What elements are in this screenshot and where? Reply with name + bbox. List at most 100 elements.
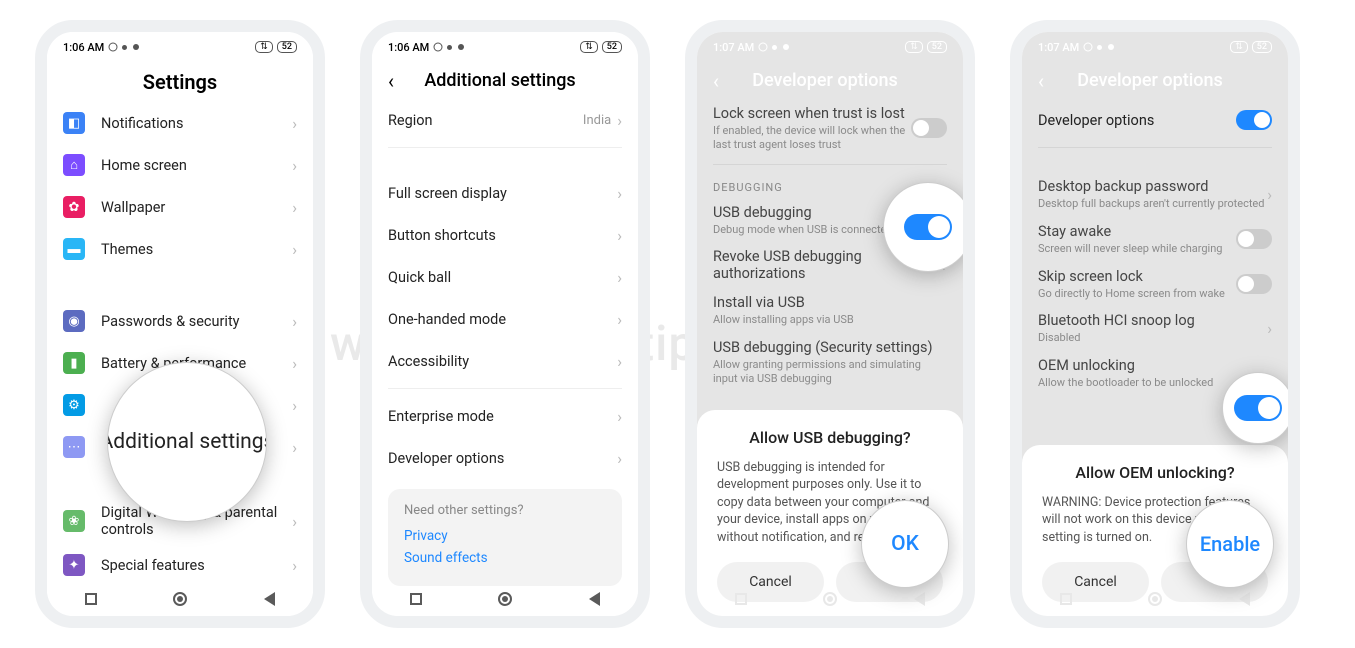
stay-awake-toggle[interactable] [1236,229,1272,249]
chevron-right-icon: › [617,111,622,130]
dialog-title: Allow USB debugging? [717,428,943,447]
chevron-right-icon: › [617,310,622,329]
additional-icon: ⋯ [63,436,85,458]
page-header: ‹ Developer options [1022,62,1288,99]
back-nav-icon[interactable] [914,592,925,606]
row-onehanded[interactable]: One-handed mode › [388,298,622,340]
chevron-right-icon: › [292,512,297,531]
row-developer[interactable]: Developer options › [388,437,622,479]
home-nav-icon[interactable] [173,592,187,606]
row-label: Enterprise mode [388,408,617,425]
toggle-lock-trust[interactable] [911,118,947,138]
back-nav-icon[interactable] [1239,592,1250,606]
row-value: India [583,113,611,128]
settings-status-icon [456,42,466,52]
row-label: Special features [101,557,292,574]
battery-icon: 52 [277,41,297,53]
battery-icon: 52 [1252,41,1272,53]
privacy-link[interactable]: Privacy [404,528,606,544]
row-sub: Go directly to Home screen from wake [1038,287,1236,301]
row-label: Accessibility [388,353,617,370]
row-quickball[interactable]: Quick ball › [388,256,622,298]
row-install-usb[interactable]: Install via USB Allow installing apps vi… [713,288,947,333]
settings-row-notifications[interactable]: ◧ Notifications › [63,102,297,144]
row-lock-trust[interactable]: Lock screen when trust is lost If enable… [713,99,947,158]
row-label: Passwords & security [101,313,292,330]
developer-options-toggle[interactable] [1236,110,1272,130]
row-fullscreen[interactable]: Full screen display › [388,172,622,214]
settings-status-icon [781,42,791,52]
row-bt-snoop[interactable]: Bluetooth HCI snoop log Disabled › [1038,306,1272,351]
row-usb-security[interactable]: USB debugging (Security settings) Allow … [713,333,947,392]
row-label: Home screen [101,157,292,174]
back-nav-icon[interactable] [264,592,275,606]
themes-icon: ▬ [63,238,85,260]
status-dot-icon [772,45,777,50]
bell-icon: ◧ [63,112,85,134]
page-header: ‹ Developer options [697,62,963,99]
signal-icon: ⇅ [255,41,273,53]
nav-bar [697,588,963,610]
settings-status-icon [1106,42,1116,52]
row-region[interactable]: Region India › [388,99,622,141]
row-label: Desktop backup password [1038,178,1267,195]
help-card: Need other settings? Privacy Sound effec… [388,489,622,586]
wellbeing-icon: ❀ [63,510,85,532]
row-accessibility[interactable]: Accessibility › [388,340,622,382]
recents-nav-icon[interactable] [85,593,97,605]
home-nav-icon[interactable] [1148,592,1162,606]
alarm-icon [433,42,443,52]
alarm-icon [108,42,118,52]
recents-nav-icon[interactable] [410,593,422,605]
oem-unlocking-toggle[interactable] [1234,395,1282,421]
chevron-right-icon: › [292,198,297,217]
row-stay-awake[interactable]: Stay awake Screen will never sleep while… [1038,217,1272,262]
row-label: Wallpaper [101,199,292,216]
row-label: Skip screen lock [1038,268,1236,285]
row-sub: Disabled [1038,331,1267,345]
row-label: Developer options [388,450,617,467]
magnifier-enable: Enable [1186,500,1274,588]
phone-1: 1:06 AM ⇅ 52 Settings ◧ Notifications › … [35,20,325,628]
status-time: 1:06 AM [63,41,104,54]
chevron-right-icon: › [617,449,622,468]
status-dot-icon [447,45,452,50]
nav-bar [1022,588,1288,610]
dialog-title: Allow OEM unlocking? [1042,463,1268,482]
divider [388,388,622,389]
back-nav-icon[interactable] [589,592,600,606]
usb-debugging-toggle[interactable] [904,214,952,240]
recents-nav-icon[interactable] [1060,593,1072,605]
row-enterprise[interactable]: Enterprise mode › [388,395,622,437]
home-nav-icon[interactable] [823,592,837,606]
row-label: Full screen display [388,185,617,202]
chevron-right-icon: › [617,184,622,203]
row-label: Developer options [1038,112,1236,129]
row-label: Stay awake [1038,223,1236,240]
row-shortcuts[interactable]: Button shortcuts › [388,214,622,256]
settings-row-passwords[interactable]: ◉ Passwords & security › [63,300,297,342]
row-label: USB debugging (Security settings) [713,339,947,356]
row-sub: Desktop full backups aren't currently pr… [1038,197,1267,211]
page-header: Settings [47,62,313,102]
row-label: Region [388,112,583,129]
nav-bar [47,588,313,610]
sound-link[interactable]: Sound effects [404,550,606,566]
row-dev-options[interactable]: Developer options [1038,99,1272,141]
row-sub: Allow granting permissions and simulatin… [713,358,947,386]
settings-row-themes[interactable]: ▬ Themes › [63,228,297,270]
row-label: Quick ball [388,269,617,286]
status-time: 1:06 AM [388,41,429,54]
chevron-right-icon: › [292,312,297,331]
settings-row-wallpaper[interactable]: ✿ Wallpaper › [63,186,297,228]
home-nav-icon[interactable] [498,592,512,606]
settings-row-special[interactable]: ✦ Special features › [63,544,297,586]
recents-nav-icon[interactable] [735,593,747,605]
chevron-right-icon: › [1267,319,1272,338]
row-backup[interactable]: Desktop backup password Desktop full bac… [1038,172,1272,217]
skip-lock-toggle[interactable] [1236,274,1272,294]
row-skip-lock[interactable]: Skip screen lock Go directly to Home scr… [1038,262,1272,307]
page-title: Additional settings [394,70,606,91]
settings-row-home[interactable]: ⌂ Home screen › [63,144,297,186]
chevron-right-icon: › [292,114,297,133]
